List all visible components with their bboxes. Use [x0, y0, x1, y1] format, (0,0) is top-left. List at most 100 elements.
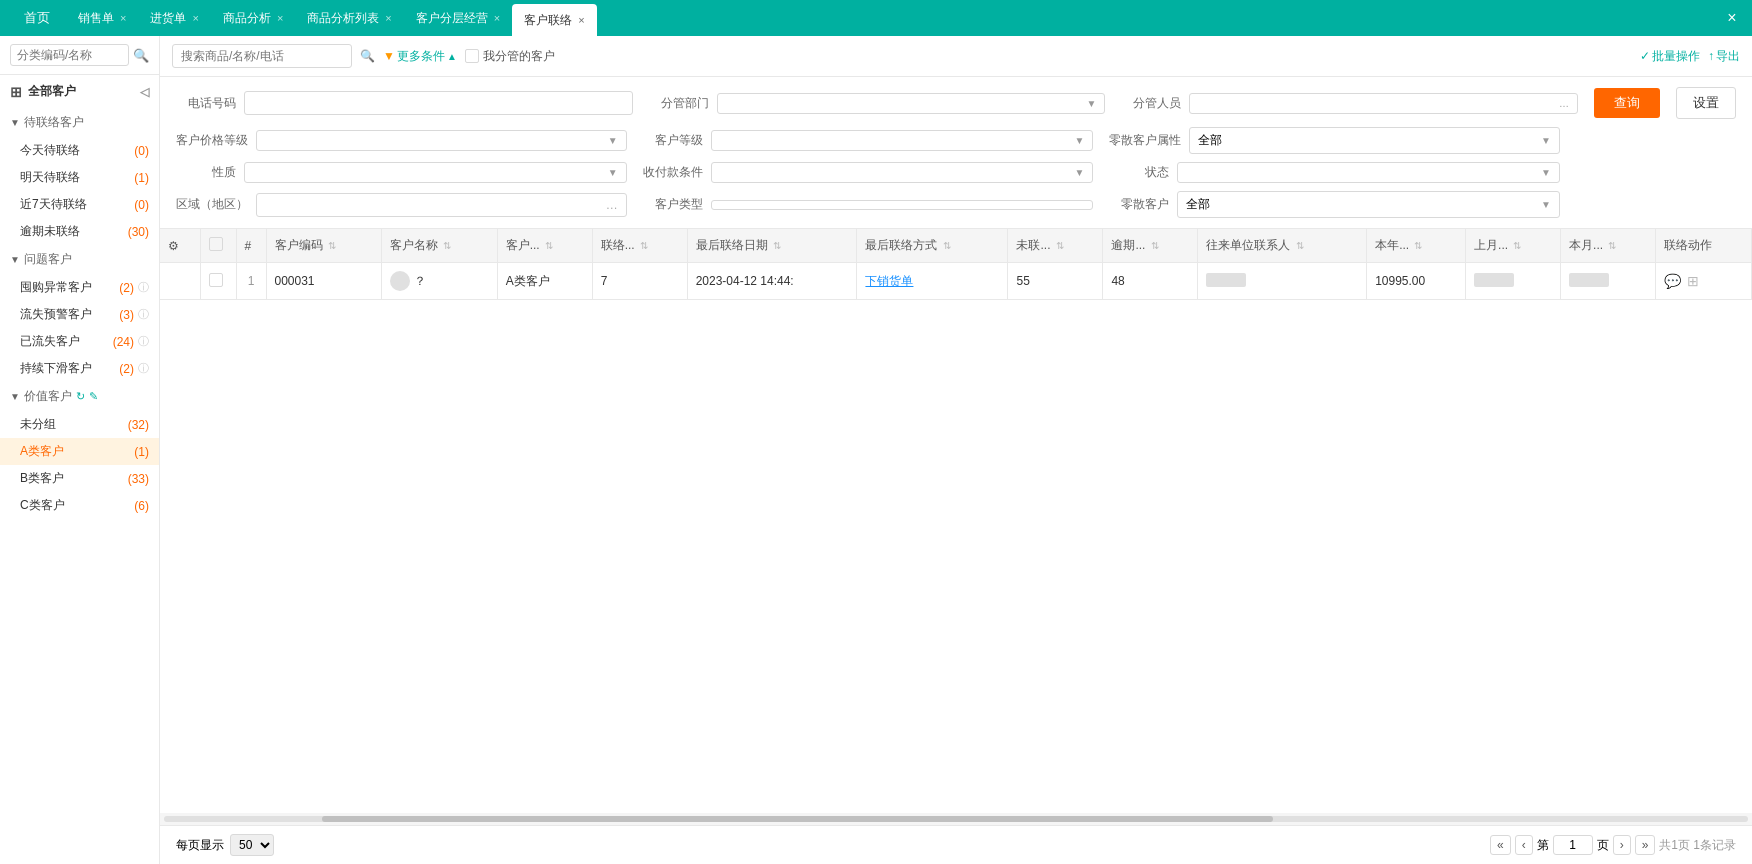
info-icon[interactable]: ⓘ [138, 334, 149, 349]
sidebar-item-class-a[interactable]: A类客户 (1) [0, 438, 159, 465]
sort-icon[interactable]: ⇅ [773, 240, 781, 251]
window-close-button[interactable]: × [1720, 6, 1744, 30]
filter-customer-level-select[interactable]: ▼ [711, 130, 1094, 151]
collapse-icon[interactable]: ◁ [140, 85, 149, 99]
horizontal-scrollbar[interactable] [160, 813, 1752, 825]
filter-phone-label: 电话号码 [176, 95, 236, 112]
sort-icon[interactable]: ⇅ [1056, 240, 1064, 251]
sidebar-group-problem[interactable]: ▼ 问题客户 [0, 245, 159, 274]
filter-retail-customer-select[interactable]: 全部 ▼ [1177, 191, 1560, 218]
sidebar-item-class-b[interactable]: B类客户 (33) [0, 465, 159, 492]
header-checkbox[interactable] [209, 237, 223, 251]
sidebar-group-value[interactable]: ▼ 价值客户 ↻ ✎ [0, 382, 159, 411]
filter-dept: 分管部门 ▼ [649, 93, 1106, 114]
first-page-button[interactable]: « [1490, 835, 1511, 855]
filter-phone-input[interactable] [244, 91, 633, 115]
close-tab-purchase[interactable]: × [192, 12, 198, 24]
filter-manager-select[interactable]: … [1189, 93, 1578, 114]
close-tab-customer-segment[interactable]: × [494, 12, 500, 24]
last-contact-method-link[interactable]: 下销货单 [865, 274, 913, 288]
close-tab-product-analysis-list[interactable]: × [385, 12, 391, 24]
sidebar-item-hoarding[interactable]: 囤购异常客户 (2) ⓘ [0, 274, 159, 301]
filter-customer-type-label: 客户类型 [643, 196, 703, 213]
sidebar-item-7days-pending[interactable]: 近7天待联络 (0) [0, 191, 159, 218]
close-tab-sales[interactable]: × [120, 12, 126, 24]
filter-customer-type-select[interactable] [711, 200, 1094, 210]
info-icon[interactable]: ⓘ [138, 307, 149, 322]
query-button[interactable]: 查询 [1594, 88, 1660, 118]
info-icon[interactable]: ⓘ [138, 361, 149, 376]
toolbar-right: ✓ 批量操作 ↑ 导出 [1640, 48, 1740, 65]
search-button-icon[interactable]: 🔍 [360, 49, 375, 63]
sort-icon[interactable]: ⇅ [1513, 240, 1521, 251]
sort-icon[interactable]: ⇅ [443, 240, 451, 251]
close-tab-customer-contact[interactable]: × [578, 14, 584, 26]
tab-customer-segment[interactable]: 客户分层经营 × [404, 0, 512, 36]
refresh-icon[interactable]: ↻ [76, 390, 85, 403]
tab-sales[interactable]: 销售单 × [66, 0, 138, 36]
my-customers-checkbox[interactable]: 我分管的客户 [465, 48, 555, 65]
batch-icon: ✓ [1640, 49, 1650, 63]
filter-status-select[interactable]: ▼ [1177, 162, 1560, 183]
search-input[interactable] [172, 44, 352, 68]
last-page-button[interactable]: » [1635, 835, 1656, 855]
filter-nature-select[interactable]: ▼ [244, 162, 627, 183]
filter-retail-attr-select[interactable]: 全部 ▼ [1189, 127, 1560, 154]
home-tab[interactable]: 首页 [8, 0, 66, 36]
th-type: 客户... ⇅ [497, 229, 592, 263]
export-button[interactable]: ↑ 导出 [1708, 48, 1740, 65]
tab-product-analysis-list[interactable]: 商品分析列表 × [295, 0, 403, 36]
sort-icon[interactable]: ⇅ [1414, 240, 1422, 251]
sidebar-item-unclassified[interactable]: 未分组 (32) [0, 411, 159, 438]
batch-operation-button[interactable]: ✓ 批量操作 [1640, 48, 1700, 65]
sort-icon[interactable]: ⇅ [328, 240, 336, 251]
message-icon[interactable]: 💬 [1664, 273, 1681, 289]
page-input[interactable] [1553, 835, 1593, 855]
filter-region: 区域（地区） … [176, 193, 627, 217]
filter-retail-attr: 零散客户属性 全部 ▼ [1109, 127, 1560, 154]
sidebar-group-pending[interactable]: ▼ 待联络客户 [0, 108, 159, 137]
scrollbar-thumb[interactable] [322, 816, 1272, 822]
sidebar-item-churn-warning[interactable]: 流失预警客户 (3) ⓘ [0, 301, 159, 328]
sidebar-item-class-c[interactable]: C类客户 (6) [0, 492, 159, 519]
close-tab-product-analysis[interactable]: × [277, 12, 283, 24]
sort-icon[interactable]: ⇅ [1151, 240, 1159, 251]
qr-icon[interactable]: ⊞ [1687, 273, 1699, 289]
sort-icon[interactable]: ⇅ [640, 240, 648, 251]
more-filter-button[interactable]: ▼ 更多条件 ▲ [383, 48, 457, 65]
page-size-select[interactable]: 50 [230, 834, 274, 856]
filter-price-level-select[interactable]: ▼ [256, 130, 627, 151]
sidebar-search-icon[interactable]: 🔍 [133, 48, 149, 63]
tab-purchase[interactable]: 进货单 × [138, 0, 210, 36]
sidebar-item-tomorrow-pending[interactable]: 明天待联络 (1) [0, 164, 159, 191]
sidebar-search-input[interactable] [10, 44, 129, 66]
sort-icon[interactable]: ⇅ [1608, 240, 1616, 251]
tab-customer-contact[interactable]: 客户联络 × [512, 4, 596, 36]
sidebar-all-customers[interactable]: ⊞ 全部客户 ◁ [0, 75, 159, 108]
my-customers-check[interactable] [465, 49, 479, 63]
sidebar-item-today-pending[interactable]: 今天待联络 (0) [0, 137, 159, 164]
sidebar-item-churned[interactable]: 已流失客户 (24) ⓘ [0, 328, 159, 355]
sidebar-item-declining[interactable]: 持续下滑客户 (2) ⓘ [0, 355, 159, 382]
chevron-down-icon: ▼ [1086, 98, 1096, 109]
filter-payment-select[interactable]: ▼ [711, 162, 1094, 183]
filter-dept-select[interactable]: ▼ [717, 93, 1106, 114]
sidebar-item-overdue-contact[interactable]: 逾期未联络 (30) [0, 218, 159, 245]
filter-region-select[interactable]: … [256, 193, 627, 217]
sort-icon[interactable]: ⇅ [943, 240, 951, 251]
sort-icon[interactable]: ⇅ [545, 240, 553, 251]
row-checkbox[interactable] [209, 273, 223, 287]
tab-product-analysis[interactable]: 商品分析 × [211, 0, 295, 36]
current-month-placeholder [1569, 273, 1609, 287]
settings-icon[interactable]: ⚙ [168, 239, 179, 253]
next-page-button[interactable]: › [1613, 835, 1631, 855]
filter-manager-label: 分管人员 [1121, 95, 1181, 112]
setting-button[interactable]: 设置 [1676, 87, 1736, 119]
edit-group-icon[interactable]: ✎ [89, 390, 98, 403]
filter-row-1: 电话号码 分管部门 ▼ 分管人员 … 查询 [176, 87, 1736, 119]
sort-icon[interactable]: ⇅ [1296, 240, 1304, 251]
dots-icon[interactable]: … [606, 198, 618, 212]
info-icon[interactable]: ⓘ [138, 280, 149, 295]
prev-page-button[interactable]: ‹ [1515, 835, 1533, 855]
filter-arrow-icon: ▲ [447, 51, 457, 62]
